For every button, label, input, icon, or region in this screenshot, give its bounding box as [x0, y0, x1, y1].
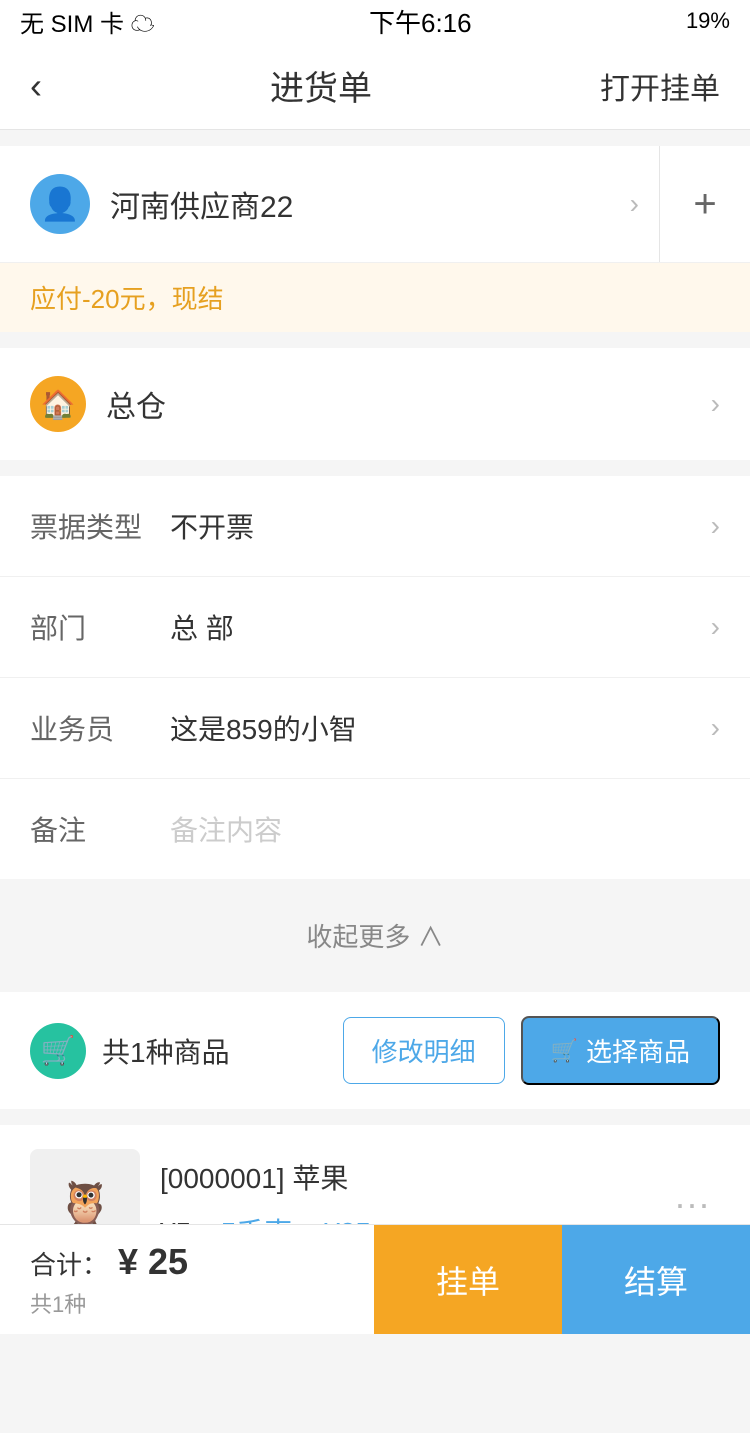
product-name: [0000001] 苹果 [160, 1157, 644, 1197]
department-row[interactable]: 部门 总 部 › [0, 577, 750, 678]
select-product-label: 选择商品 [586, 1032, 690, 1069]
salesperson-label: 业务员 [30, 708, 170, 748]
product-title: 苹果 [292, 1163, 348, 1194]
salesperson-row[interactable]: 业务员 这是859的小智 › [0, 678, 750, 779]
select-product-button[interactable]: 🛒 选择商品 [521, 1016, 720, 1085]
department-label: 部门 [30, 607, 170, 647]
remark-label: 备注 [30, 809, 170, 849]
bottom-bar: 合计： ¥ 25 共1种 挂单 结算 [0, 1224, 750, 1334]
total-main: 合计： ¥ 25 [30, 1241, 344, 1283]
remark-input[interactable]: 备注内容 [170, 809, 720, 849]
products-header: 🛒 共1种商品 修改明细 🛒 选择商品 [0, 992, 750, 1109]
avatar-icon: 👤 [40, 185, 80, 223]
nav-bar: ‹ 进货单 打开挂单 [0, 42, 750, 130]
warehouse-name: 总仓 [106, 382, 701, 426]
remark-row[interactable]: 备注 备注内容 [0, 779, 750, 879]
total-sub: 共1种 [30, 1287, 344, 1319]
warehouse-icon: 🏠 [30, 376, 86, 432]
owl-logo-icon: 🦉 [58, 1178, 113, 1230]
supplier-chevron-icon: › [630, 188, 639, 220]
supplier-selector[interactable]: 👤 河南供应商22 › [0, 146, 660, 262]
signal-text: 无 SIM 卡 ☁ [20, 4, 155, 39]
warehouse-chevron-icon: › [711, 388, 720, 420]
supplier-notice: 应付-20元，现结 [0, 263, 750, 332]
product-code: [0000001] [160, 1163, 285, 1194]
invoice-type-chevron-icon: › [711, 510, 720, 542]
department-value: 总 部 [170, 607, 701, 647]
supplier-name: 河南供应商22 [110, 182, 620, 226]
status-time: 下午6:16 [369, 3, 472, 40]
invoice-type-value: 不开票 [170, 506, 701, 546]
status-right: 19% [686, 8, 730, 34]
form-section: 票据类型 不开票 › 部门 总 部 › 业务员 这是859的小智 › 备注 备注… [0, 476, 750, 879]
total-amount: ¥ 25 [118, 1241, 188, 1283]
salesperson-value: 这是859的小智 [170, 708, 701, 748]
collapse-button[interactable]: 收起更多 ∧ [0, 895, 750, 976]
supplier-avatar: 👤 [30, 174, 90, 234]
cart-icon: 🛒 [41, 1034, 76, 1067]
products-icon: 🛒 [30, 1023, 86, 1079]
status-bar: 无 SIM 卡 ☁ 下午6:16 19% [0, 0, 750, 42]
warehouse-house-icon: 🏠 [41, 388, 76, 421]
hang-order-button[interactable]: 挂单 [374, 1225, 562, 1334]
department-chevron-icon: › [711, 611, 720, 643]
supplier-section: 👤 河南供应商22 › + [0, 146, 750, 263]
salesperson-chevron-icon: › [711, 712, 720, 744]
total-label: 合计： [30, 1245, 108, 1282]
back-button[interactable]: ‹ [30, 65, 42, 107]
status-left: 无 SIM 卡 ☁ [20, 4, 155, 39]
invoice-type-label: 票据类型 [30, 506, 170, 546]
open-pending-button[interactable]: 打开挂单 [600, 64, 720, 108]
add-supplier-button[interactable]: + [660, 146, 750, 262]
page-title: 进货单 [270, 61, 372, 110]
total-section: 合计： ¥ 25 共1种 [0, 1225, 374, 1334]
settle-button[interactable]: 结算 [562, 1225, 750, 1334]
edit-detail-button[interactable]: 修改明细 [343, 1017, 505, 1084]
select-product-cart-icon: 🛒 [551, 1038, 578, 1064]
products-count: 共1种商品 [102, 1031, 327, 1071]
invoice-type-row[interactable]: 票据类型 不开票 › [0, 476, 750, 577]
warehouse-selector[interactable]: 🏠 总仓 › [0, 348, 750, 460]
battery-icon: 19% [686, 8, 730, 34]
